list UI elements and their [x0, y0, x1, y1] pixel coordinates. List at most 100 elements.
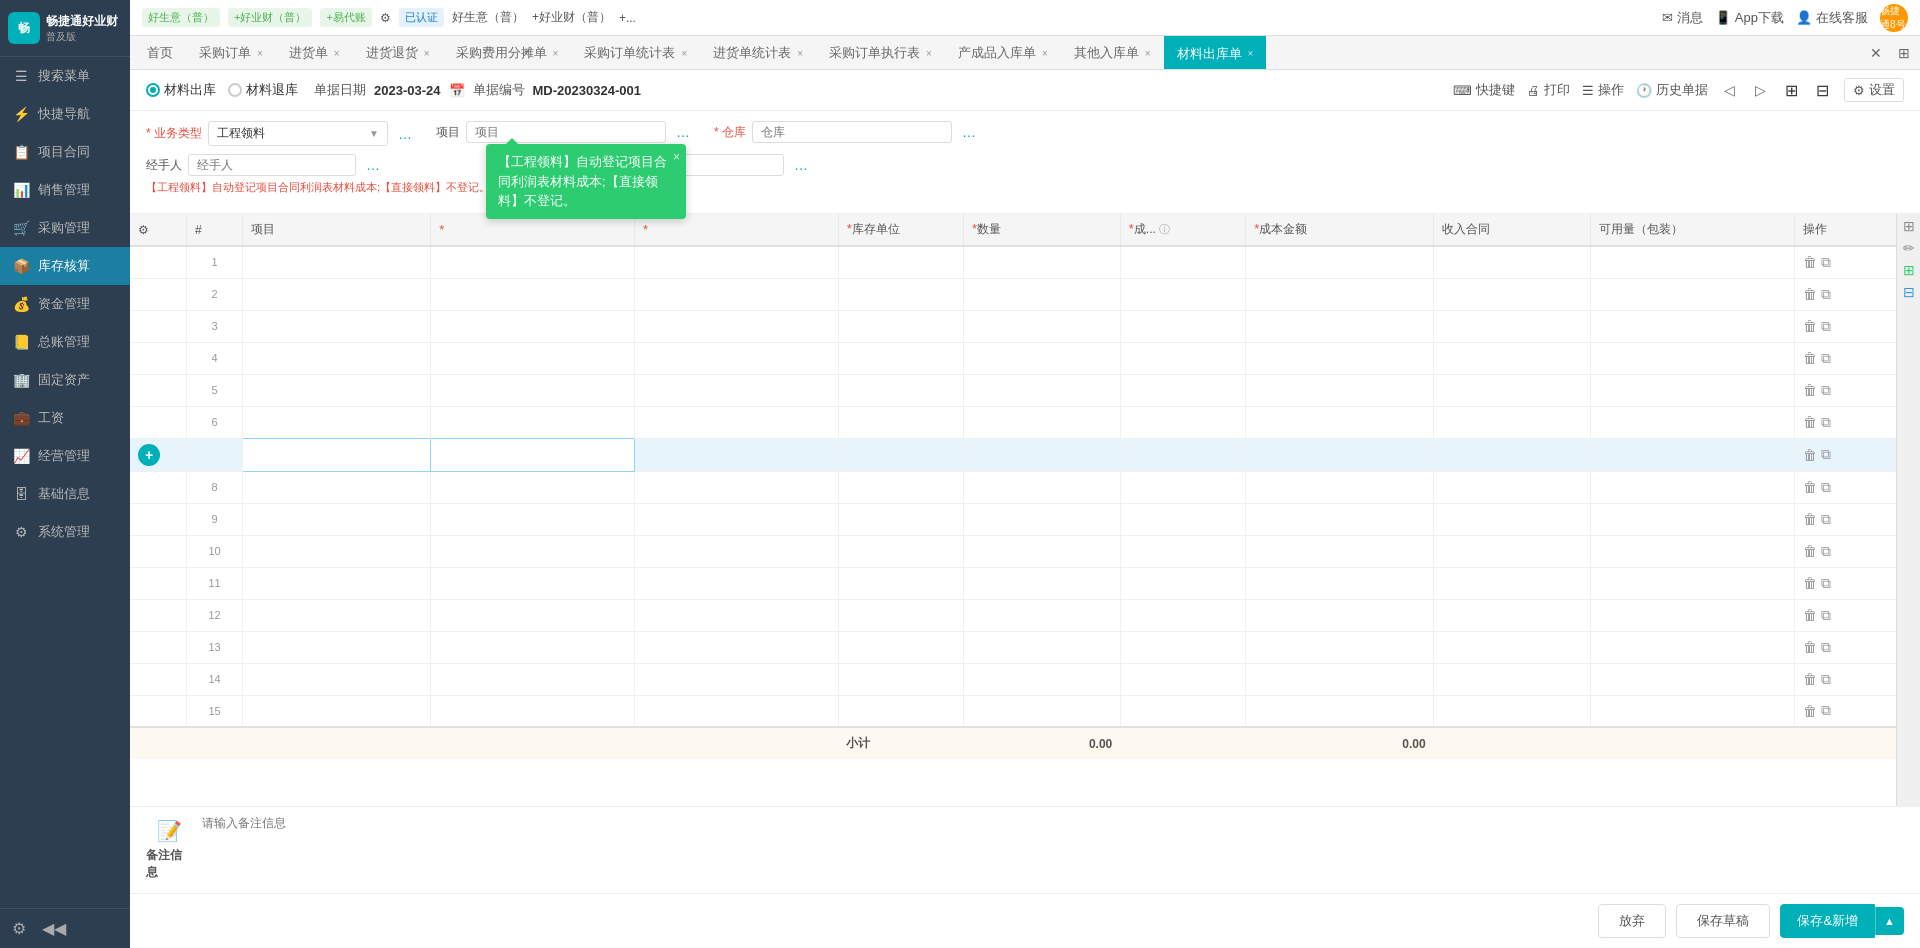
print-btn[interactable]: 🖨 打印: [1527, 81, 1570, 99]
project-input[interactable]: [466, 121, 666, 143]
tab-other-in[interactable]: 其他入库单×: [1061, 36, 1164, 70]
nav-haoshengyi[interactable]: 好生意（普）: [452, 9, 524, 26]
notes-input[interactable]: [202, 815, 1904, 843]
tab-close-purchase-exec[interactable]: ×: [926, 48, 932, 59]
sidebar-item-operations[interactable]: 📈 经营管理: [0, 437, 130, 475]
message-btn[interactable]: ✉ 消息: [1662, 9, 1703, 27]
sidebar-item-project[interactable]: 📋 项目合同: [0, 133, 130, 171]
nav-haoyecai[interactable]: +好业财（普）: [532, 9, 611, 26]
sidebar-item-purchase[interactable]: 🛒 采购管理: [0, 209, 130, 247]
tab-close-goods-return[interactable]: ×: [424, 48, 430, 59]
tab-purchase-order[interactable]: 采购订单×: [186, 36, 276, 70]
sidebar-item-ledger[interactable]: 📒 总账管理: [0, 323, 130, 361]
tab-finished-in[interactable]: 产成品入库单×: [945, 36, 1061, 70]
tab-more-btn[interactable]: ⊞: [1892, 42, 1916, 64]
app-download-btn[interactable]: 📱 App下载: [1715, 9, 1784, 27]
radio-material-out[interactable]: 材料出库: [146, 81, 216, 99]
delete-row-icon[interactable]: 🗑: [1803, 254, 1817, 270]
sidebar-item-basic[interactable]: 🗄 基础信息: [0, 475, 130, 513]
copy-row-icon[interactable]: ⧉: [1821, 254, 1831, 271]
prev-record-btn[interactable]: ◁: [1720, 82, 1739, 98]
income-contract-more-btn[interactable]: …: [790, 157, 812, 173]
list-view-btn[interactable]: ⊞: [1782, 81, 1801, 100]
tab-close-purchase-order[interactable]: ×: [257, 48, 263, 59]
service-btn[interactable]: 👤 在线客服: [1796, 9, 1868, 27]
delete-row-icon[interactable]: 🗑: [1803, 671, 1817, 687]
copy-row-icon[interactable]: ⧉: [1821, 382, 1831, 399]
tab-purchase-stat[interactable]: 采购订单统计表×: [571, 36, 700, 70]
close-all-tabs-btn[interactable]: ✕: [1864, 42, 1888, 64]
project-more-btn[interactable]: …: [672, 124, 694, 140]
handler-more-btn[interactable]: …: [362, 157, 384, 173]
delete-row-icon[interactable]: 🗑: [1803, 703, 1817, 719]
tab-close-material-out[interactable]: ×: [1248, 48, 1254, 59]
delete-row-icon[interactable]: 🗑: [1803, 350, 1817, 366]
delete-row-icon[interactable]: 🗑: [1803, 382, 1817, 398]
right-panel-edit-icon[interactable]: ✏: [1903, 240, 1915, 256]
tab-close-other-in[interactable]: ×: [1145, 48, 1151, 59]
delete-row-icon[interactable]: 🗑: [1803, 639, 1817, 655]
discard-button[interactable]: 放弃: [1598, 904, 1666, 938]
copy-row-icon[interactable]: ⧉: [1821, 607, 1831, 624]
delete-row-icon[interactable]: 🗑: [1803, 543, 1817, 559]
right-panel-green-icon[interactable]: ⊞: [1903, 262, 1915, 278]
copy-row-icon[interactable]: ⧉: [1821, 318, 1831, 335]
right-panel-grid-icon[interactable]: ⊞: [1903, 218, 1915, 234]
copy-row-icon[interactable]: ⧉: [1821, 575, 1831, 592]
copy-row-icon[interactable]: ⧉: [1821, 286, 1831, 303]
warehouse-more-btn[interactable]: …: [958, 124, 980, 140]
sidebar-item-assets[interactable]: 🏢 固定资产: [0, 361, 130, 399]
tab-close-goods-stat[interactable]: ×: [797, 48, 803, 59]
tab-close-goods-in[interactable]: ×: [334, 48, 340, 59]
sidebar-item-quick[interactable]: ⚡ 快捷导航: [0, 95, 130, 133]
user-avatar[interactable]: 畅捷通8号: [1880, 4, 1908, 32]
col-header-gear[interactable]: ⚙: [130, 214, 186, 246]
delete-row-icon[interactable]: 🗑: [1803, 286, 1817, 302]
delete-row-icon[interactable]: 🗑: [1803, 575, 1817, 591]
delete-row-icon[interactable]: 🗑: [1803, 447, 1817, 463]
copy-row-icon[interactable]: ⧉: [1821, 350, 1831, 367]
tab-purchase-exec[interactable]: 采购订单执行表×: [816, 36, 945, 70]
right-panel-blue-icon[interactable]: ⊟: [1903, 284, 1915, 300]
sidebar-item-finance[interactable]: 💰 资金管理: [0, 285, 130, 323]
tab-goods-stat[interactable]: 进货单统计表×: [700, 36, 816, 70]
save-new-button[interactable]: 保存&新增: [1780, 904, 1875, 938]
copy-row-icon[interactable]: ⧉: [1821, 414, 1831, 431]
radio-material-return[interactable]: 材料退库: [228, 81, 298, 99]
operation-btn[interactable]: ☰ 操作: [1582, 81, 1624, 99]
sidebar-item-sales[interactable]: 📊 销售管理: [0, 171, 130, 209]
handler-input[interactable]: [188, 154, 356, 176]
sidebar-item-inventory[interactable]: 📦 库存核算: [0, 247, 130, 285]
biz-type-more-btn[interactable]: …: [394, 126, 416, 142]
delete-row-icon[interactable]: 🗑: [1803, 607, 1817, 623]
sidebar-item-system[interactable]: ⚙ 系统管理: [0, 513, 130, 551]
next-record-btn[interactable]: ▷: [1751, 82, 1770, 98]
add-row-btn[interactable]: +: [138, 444, 160, 466]
calendar-icon[interactable]: 📅: [449, 83, 465, 98]
collapse-icon[interactable]: ◀◀: [42, 919, 66, 938]
biz-type-select[interactable]: 工程领料 ▼: [208, 121, 388, 146]
sidebar-item-search[interactable]: ☰ 搜索菜单: [0, 57, 130, 95]
settings-bottom-icon[interactable]: ⚙: [12, 919, 26, 938]
quick-key-btn[interactable]: ⌨ 快捷键: [1453, 81, 1515, 99]
tab-goods-in[interactable]: 进货单×: [276, 36, 353, 70]
copy-row-icon[interactable]: ⧉: [1821, 446, 1831, 463]
copy-row-icon[interactable]: ⧉: [1821, 479, 1831, 496]
delete-row-icon[interactable]: 🗑: [1803, 479, 1817, 495]
delete-row-icon[interactable]: 🗑: [1803, 414, 1817, 430]
copy-row-icon[interactable]: ⧉: [1821, 511, 1831, 528]
warehouse-input[interactable]: [752, 121, 952, 143]
tab-home[interactable]: 首页: [134, 36, 186, 70]
save-new-dropdown-btn[interactable]: ▲: [1875, 907, 1904, 935]
delete-row-icon[interactable]: 🗑: [1803, 318, 1817, 334]
tab-close-finished-in[interactable]: ×: [1042, 48, 1048, 59]
delete-row-icon[interactable]: 🗑: [1803, 511, 1817, 527]
card-view-btn[interactable]: ⊟: [1813, 81, 1832, 100]
settings-gear[interactable]: ⚙: [380, 11, 391, 25]
copy-row-icon[interactable]: ⧉: [1821, 639, 1831, 656]
copy-row-icon[interactable]: ⧉: [1821, 543, 1831, 560]
tab-goods-return[interactable]: 进货退货×: [353, 36, 443, 70]
history-btn[interactable]: 🕐 历史单据: [1636, 81, 1708, 99]
tab-material-out[interactable]: 材料出库单×: [1164, 36, 1267, 70]
copy-row-icon[interactable]: ⧉: [1821, 702, 1831, 719]
